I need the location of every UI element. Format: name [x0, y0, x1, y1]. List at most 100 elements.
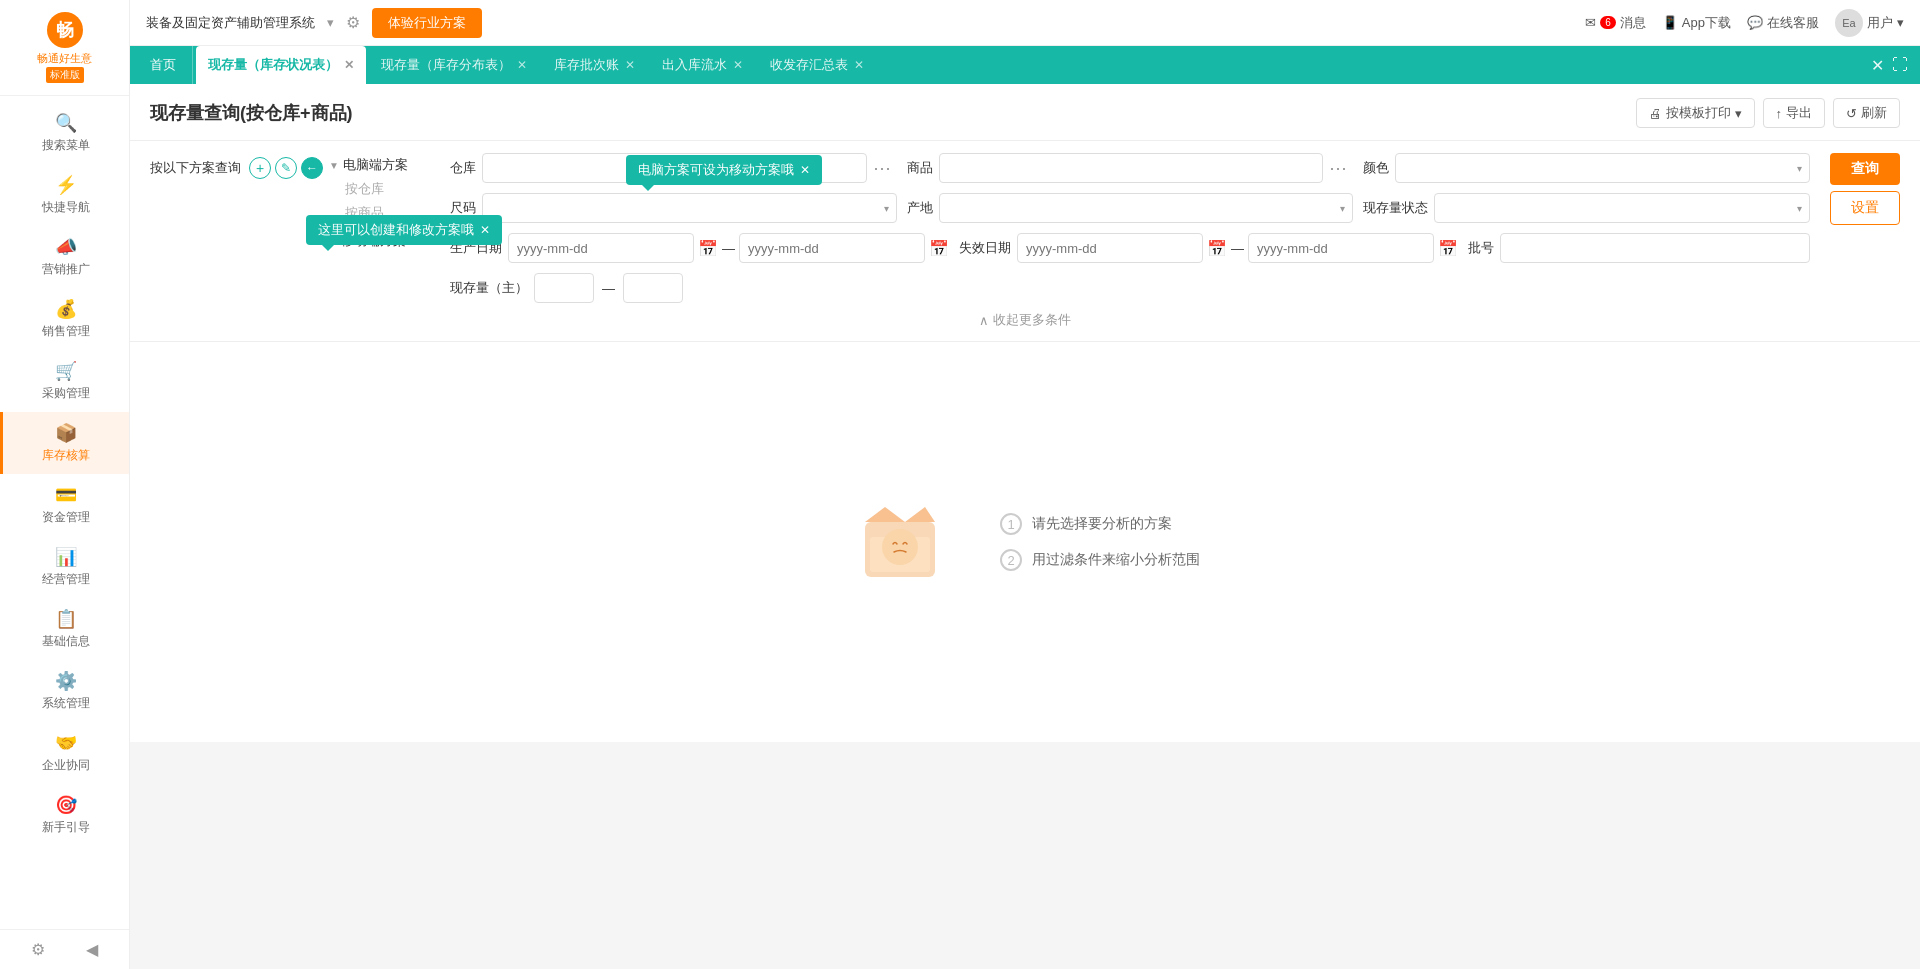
tab-inventory-dist[interactable]: 现存量（库存分布表） ✕: [369, 50, 539, 80]
refresh-icon: ↺: [1846, 106, 1857, 121]
plan-desktop-label: 电脑端方案: [343, 156, 408, 174]
filter-by-label: 按以下方案查询: [150, 153, 241, 177]
sidebar-item-inventory[interactable]: 📦 库存核算: [0, 412, 129, 474]
stock-status-select[interactable]: [1434, 193, 1810, 223]
origin-select[interactable]: [939, 193, 1354, 223]
tooltip1-text: 电脑方案可设为移动方案哦: [638, 161, 794, 179]
sidebar-item-finance[interactable]: 💳 资金管理: [0, 474, 129, 536]
size-select[interactable]: [482, 193, 897, 223]
refresh-btn[interactable]: ↺ 刷新: [1833, 98, 1900, 128]
online-service-label: 在线客服: [1767, 14, 1819, 32]
collapse-more-btn[interactable]: ∧ 收起更多条件: [150, 303, 1900, 329]
tab-close-icon[interactable]: ✕: [517, 58, 527, 72]
collapse-sidebar-icon[interactable]: ◀: [86, 940, 98, 959]
message-label: 消息: [1620, 14, 1646, 32]
tab-inout-flow[interactable]: 出入库流水 ✕: [650, 50, 755, 80]
produce-date-end-calendar-icon[interactable]: 📅: [929, 239, 949, 258]
chart-icon: 📊: [55, 546, 77, 568]
sidebar-item-marketing[interactable]: 📣 营销推广: [0, 226, 129, 288]
reset-btn[interactable]: 设置: [1830, 191, 1900, 225]
add-plan-btn[interactable]: +: [249, 157, 271, 179]
sidebar-item-label: 库存核算: [42, 447, 90, 464]
expire-date-end-input[interactable]: [1248, 233, 1434, 263]
tab-close-icon[interactable]: ✕: [854, 58, 864, 72]
lightning-icon: ⚡: [55, 174, 77, 196]
tooltip2-arrow: [322, 245, 334, 251]
sidebar-item-basic-info[interactable]: 📋 基础信息: [0, 598, 129, 660]
expire-date-start-input[interactable]: [1017, 233, 1203, 263]
tooltip2-close-icon[interactable]: ✕: [480, 223, 490, 237]
stock-main-end-input[interactable]: [623, 273, 683, 303]
megaphone-icon: 📣: [55, 236, 77, 258]
print-label: 按模板打印: [1666, 104, 1731, 122]
sidebar-item-label: 销售管理: [42, 323, 90, 340]
close-all-tabs-icon[interactable]: ✕: [1871, 56, 1884, 75]
sidebar-item-purchase[interactable]: 🛒 采购管理: [0, 350, 129, 412]
sidebar-item-nav[interactable]: ⚡ 快捷导航: [0, 164, 129, 226]
settings-icon[interactable]: ⚙: [346, 13, 360, 32]
app-download-btn[interactable]: 📱 App下载: [1662, 14, 1731, 32]
tab-batch[interactable]: 库存批次账 ✕: [542, 50, 647, 80]
page-title: 现存量查询(按仓库+商品): [150, 101, 353, 137]
expire-date-start-calendar-icon[interactable]: 📅: [1207, 239, 1227, 258]
money-icon: 💰: [55, 298, 77, 320]
tab-inventory-status[interactable]: 现存量（库存状况表） ✕: [196, 46, 366, 84]
warehouse-label: 仓库: [450, 159, 476, 177]
edit-plan-btn[interactable]: ✎: [275, 157, 297, 179]
warehouse-more-icon[interactable]: ⋯: [867, 157, 897, 179]
goods-more-icon[interactable]: ⋯: [1323, 157, 1353, 179]
sidebar-item-search[interactable]: 🔍 搜索菜单: [0, 102, 129, 164]
tooltip1-close-icon[interactable]: ✕: [800, 163, 810, 177]
search-btn[interactable]: 查询: [1830, 153, 1900, 185]
tab-close-icon[interactable]: ✕: [733, 58, 743, 72]
empty-tips: 1 请先选择要分析的方案 2 用过滤条件来缩小分析范围: [1000, 513, 1200, 571]
settings-bottom-icon[interactable]: ⚙: [31, 940, 45, 959]
tab-label: 出入库流水: [662, 56, 727, 74]
system-title-dropdown-icon[interactable]: ▾: [327, 15, 334, 30]
goods-input[interactable]: [939, 153, 1324, 183]
plan-sub-warehouse-label: 按仓库: [345, 180, 384, 198]
tab-close-icon[interactable]: ✕: [344, 58, 354, 72]
color-label: 颜色: [1363, 159, 1389, 177]
user-menu[interactable]: Ea 用户 ▾: [1835, 9, 1904, 37]
online-service-btn[interactable]: 💬 在线客服: [1747, 14, 1819, 32]
tooltip2-text: 这里可以创建和修改方案哦: [318, 221, 474, 239]
produce-date-end-input[interactable]: [739, 233, 925, 263]
color-select-wrap: ▾: [1395, 153, 1810, 183]
app-logo: 畅 畅通好生意 标准版: [0, 0, 129, 96]
tab-close-icon[interactable]: ✕: [625, 58, 635, 72]
color-select[interactable]: [1395, 153, 1810, 183]
export-btn[interactable]: ↑ 导出: [1763, 98, 1826, 128]
empty-svg-icon: [850, 487, 960, 597]
message-icon: ✉: [1585, 15, 1596, 30]
experience-btn[interactable]: 体验行业方案: [372, 8, 482, 38]
filter-section: 按以下方案查询 + ✎ ← ▼ 电脑端方案 按仓库: [130, 141, 1920, 342]
tooltip-desktop-plan: 电脑方案可设为移动方案哦 ✕: [626, 155, 822, 185]
tab-summary[interactable]: 收发存汇总表 ✕: [758, 50, 876, 80]
produce-date-start-input[interactable]: [508, 233, 694, 263]
user-name: 用户: [1867, 14, 1893, 32]
tab-home[interactable]: 首页: [134, 46, 193, 84]
svg-point-2: [882, 529, 918, 565]
collapse-more-label: 收起更多条件: [993, 311, 1071, 329]
expire-date-end-calendar-icon[interactable]: 📅: [1438, 239, 1458, 258]
message-btn[interactable]: ✉ 6 消息: [1585, 14, 1646, 32]
user-dropdown-icon: ▾: [1897, 15, 1904, 30]
sidebar-item-system[interactable]: ⚙️ 系统管理: [0, 660, 129, 722]
batch-input[interactable]: [1500, 233, 1810, 263]
print-btn[interactable]: 🖨 按模板打印 ▾: [1636, 98, 1755, 128]
sidebar-item-beginner[interactable]: 🎯 新手引导: [0, 784, 129, 846]
plan-sub-warehouse[interactable]: 按仓库: [329, 177, 450, 201]
sidebar-item-sales[interactable]: 💰 销售管理: [0, 288, 129, 350]
sidebar-item-enterprise[interactable]: 🤝 企业协同: [0, 722, 129, 784]
avatar: Ea: [1835, 9, 1863, 37]
plan-desktop[interactable]: ▼ 电脑端方案: [329, 153, 450, 177]
produce-date-start-calendar-icon[interactable]: 📅: [698, 239, 718, 258]
maximize-icon[interactable]: ⛶: [1892, 56, 1908, 74]
sidebar-item-label: 快捷导航: [42, 199, 90, 216]
arrow-plan-btn[interactable]: ←: [301, 157, 323, 179]
sidebar-item-operations[interactable]: 📊 经营管理: [0, 536, 129, 598]
main-area: 装备及固定资产辅助管理系统 ▾ ⚙ 体验行业方案 ✉ 6 消息 📱 App下载 …: [130, 0, 1920, 969]
stock-main-input[interactable]: [534, 273, 594, 303]
produce-date-separator: —: [722, 241, 735, 256]
